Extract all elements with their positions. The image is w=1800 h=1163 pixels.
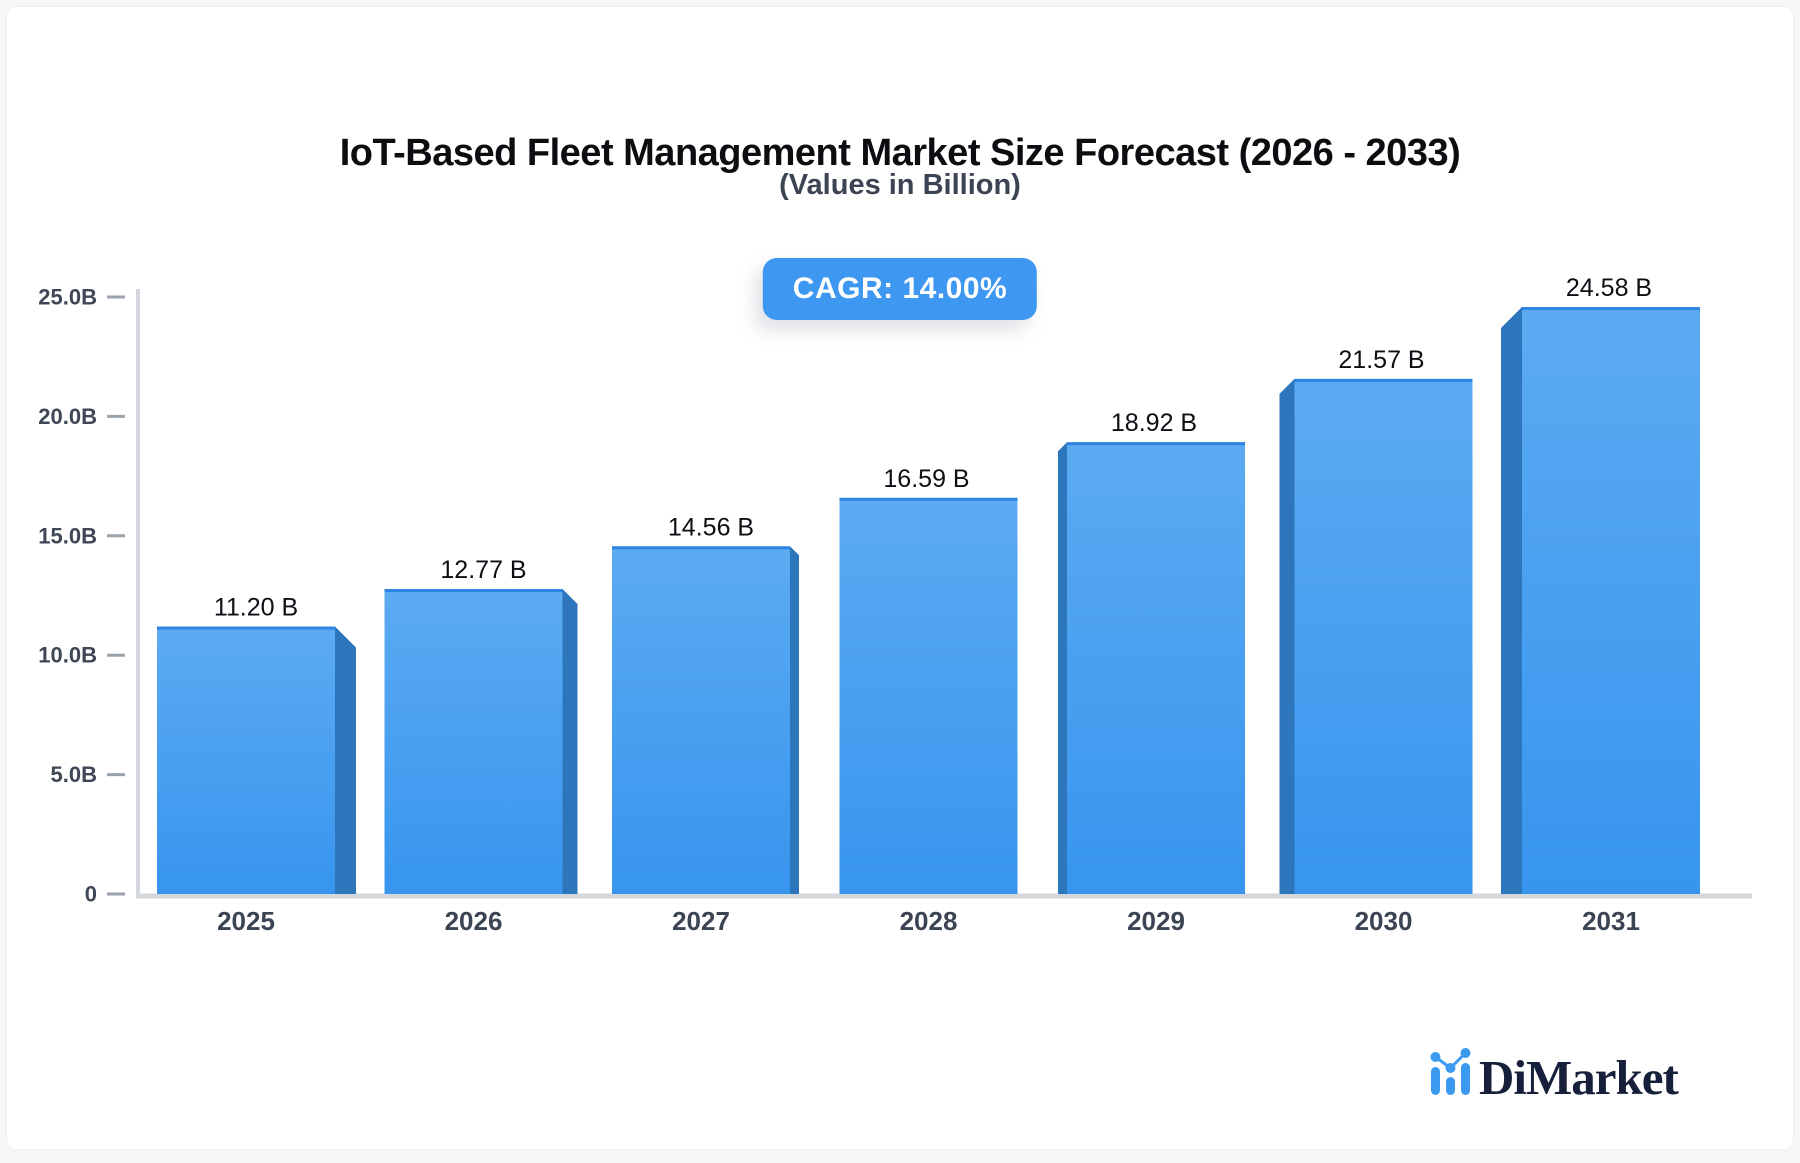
- bar-front-face: [1067, 442, 1245, 894]
- bar-value-label: 11.20 B: [214, 594, 298, 622]
- bar-front-face: [157, 626, 335, 894]
- bar-top-edge: [384, 589, 563, 593]
- bar-top-edge: [157, 626, 335, 630]
- bar-2027: 14.56 B 2027: [612, 513, 799, 936]
- logo-bar: [1461, 1063, 1470, 1095]
- bar-front-face: [384, 589, 563, 894]
- bar-top-edge: [1522, 307, 1700, 311]
- bar-value-label: 16.59 B: [883, 465, 969, 493]
- bar-front-face: [612, 546, 790, 894]
- bar-side-face: [1058, 442, 1067, 894]
- y-tick-label: 5.0B: [51, 762, 97, 787]
- dimarket-logo: DiMarket: [1430, 1048, 1680, 1105]
- logo-dot: [1430, 1052, 1441, 1062]
- bar-top-edge: [1294, 378, 1473, 382]
- bar-2030: 21.57 B 2030: [1279, 346, 1473, 936]
- y-tick-label: 15.0B: [38, 523, 97, 548]
- bar-side-face: [562, 589, 578, 894]
- chart-page: { "title": "IoT-Based Fleet Management M…: [0, 0, 1800, 1156]
- x-category-label: 2026: [445, 906, 503, 936]
- x-category-label: 2030: [1355, 906, 1413, 936]
- logo-dot: [1445, 1063, 1456, 1073]
- logo-bar: [1446, 1077, 1455, 1095]
- x-category-label: 2031: [1582, 906, 1640, 936]
- y-tick-label: 10.0B: [38, 643, 97, 668]
- bar-side-face: [1501, 307, 1522, 894]
- bar-2028: 16.59 B 2028: [839, 465, 1018, 936]
- bar-side-face: [1279, 378, 1295, 894]
- bar-value-label: 24.58 B: [1566, 274, 1652, 302]
- bar-2026: 12.77 B 2026: [384, 556, 578, 936]
- bar-2031: 24.58 B 2031: [1501, 274, 1700, 936]
- bar-value-label: 12.77 B: [440, 556, 526, 584]
- logo-dot: [1460, 1048, 1471, 1058]
- x-category-label: 2025: [217, 906, 275, 936]
- bar-value-label: 21.57 B: [1338, 346, 1424, 374]
- bar-chart: 0 5.0B 10.0B 15.0B 20.0B 25.0B 11.20 B 2025 12.7…: [38, 274, 1752, 1105]
- x-category-label: 2029: [1127, 906, 1185, 936]
- brand-name: DiMarket: [1479, 1050, 1679, 1105]
- bar-value-label: 14.56 B: [668, 513, 754, 541]
- bar-top-edge: [1067, 442, 1245, 446]
- bar-front-face: [1522, 307, 1700, 894]
- bar-top-edge: [839, 497, 1018, 501]
- y-tick-label: 0: [85, 882, 97, 907]
- x-category-label: 2027: [672, 906, 730, 936]
- y-tick-label: 20.0B: [38, 404, 97, 429]
- logo-bar: [1431, 1067, 1440, 1095]
- chart-card: IoT-Based Fleet Management Market Size F…: [6, 6, 1794, 1150]
- bar-front-face: [1294, 378, 1473, 894]
- x-category-label: 2028: [900, 906, 958, 936]
- bar-front-face: [839, 497, 1018, 894]
- bar-top-edge: [612, 546, 790, 550]
- y-tick-label: 25.0B: [38, 285, 97, 310]
- bar-side-face: [790, 546, 799, 894]
- bar-side-face: [335, 626, 356, 894]
- bar-2029: 18.92 B 2029: [1058, 409, 1245, 936]
- bar-value-label: 18.92 B: [1111, 409, 1197, 437]
- bar-2025: 11.20 B 2025: [157, 594, 356, 936]
